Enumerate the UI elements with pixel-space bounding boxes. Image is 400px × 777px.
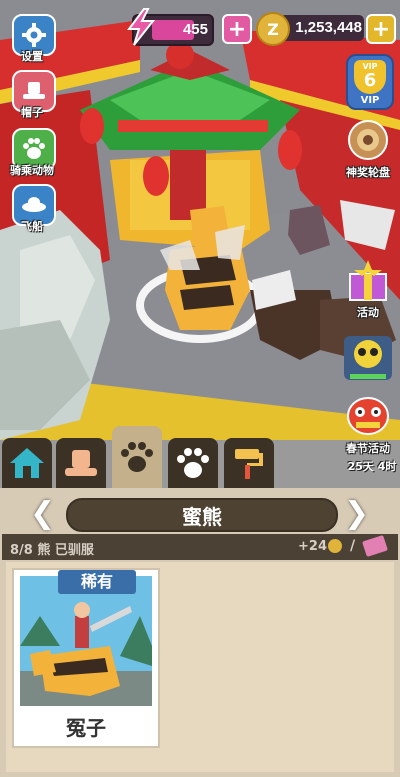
prev-animal-button[interactable]: ❮	[30, 496, 55, 532]
events-button[interactable]: 活动	[340, 258, 396, 320]
info-bar: 8/8 熊 已驯服 +24 /	[2, 534, 398, 560]
home-icon	[10, 448, 44, 478]
mask-icon	[344, 336, 392, 380]
vip-label: VIP	[360, 95, 380, 106]
tab-decor[interactable]	[224, 438, 274, 488]
description-line-2: 完美的犯罪。	[220, 652, 335, 674]
ships-button[interactable]: 飞船	[6, 182, 58, 234]
category-tabs	[0, 426, 400, 488]
ships-label: 飞船	[21, 220, 43, 233]
description-line-1: 伪装高手，只为完成最	[182, 626, 373, 648]
wheel-button[interactable]: 神奖轮盘	[340, 118, 396, 180]
event-progress-button[interactable]	[340, 330, 396, 392]
animal-card[interactable]: 稀有 冤子	[12, 568, 160, 748]
tab-hats[interactable]	[56, 438, 106, 488]
add-energy-button[interactable]: +	[222, 14, 252, 44]
settings-label: 设置	[21, 50, 43, 63]
vip-shield-icon: VIP 6	[354, 60, 386, 94]
gift-icon	[349, 260, 387, 301]
vip-level: 6	[363, 70, 377, 91]
animal-title: 蜜熊	[182, 505, 222, 529]
coin-value: 1,253,448	[295, 19, 362, 36]
animal-panel: ❮ 蜜熊 ❯ 8/8 熊 已驯服 +24 / 稀有 冤子 伪装高手，只为完成最 …	[0, 488, 400, 777]
tab-pets[interactable]	[168, 438, 218, 488]
paw-icon	[121, 442, 153, 472]
animal-name: 冤子	[66, 716, 106, 740]
wheel-icon	[348, 120, 388, 160]
tab-animals[interactable]	[112, 426, 162, 488]
reward-value: +24	[298, 539, 327, 554]
vip-button[interactable]: VIP 6 VIP	[346, 54, 394, 110]
hats-label: 帽子	[21, 106, 43, 119]
coin-icon	[328, 539, 342, 553]
add-coins-button[interactable]: +	[366, 14, 396, 44]
coin-counter: 1,253,448	[280, 15, 364, 41]
tab-home[interactable]	[2, 438, 52, 488]
lion-dance-icon	[347, 397, 389, 435]
paw-icon	[177, 448, 209, 478]
rarity-badge: 稀有	[58, 570, 136, 594]
animal-portrait	[20, 576, 152, 706]
rides-button[interactable]: 骑乘动物	[6, 126, 58, 178]
animal-description: 伪装高手，只为完成最 完美的犯罪。	[166, 624, 390, 676]
animal-title-bar: 蜜熊	[66, 498, 338, 532]
ticket-icon	[362, 534, 388, 558]
coin-icon: Z	[256, 12, 290, 46]
rides-label: 骑乘动物	[10, 164, 54, 177]
hats-button[interactable]: 帽子	[6, 68, 58, 120]
hat-icon	[65, 450, 97, 476]
bolt-icon	[127, 8, 156, 46]
events-label: 活动	[357, 306, 379, 319]
settings-button[interactable]: 设置	[6, 12, 58, 64]
energy-value: 455	[182, 21, 208, 38]
wheel-label: 神奖轮盘	[346, 166, 390, 179]
animal-detail: 稀有 冤子 伪装高手，只为完成最 完美的犯罪。	[6, 562, 394, 772]
separator: /	[350, 538, 356, 554]
tamed-count: 8/8 熊 已驯服	[10, 543, 94, 558]
paint-roller-icon	[235, 449, 263, 479]
next-animal-button[interactable]: ❯	[344, 496, 369, 532]
